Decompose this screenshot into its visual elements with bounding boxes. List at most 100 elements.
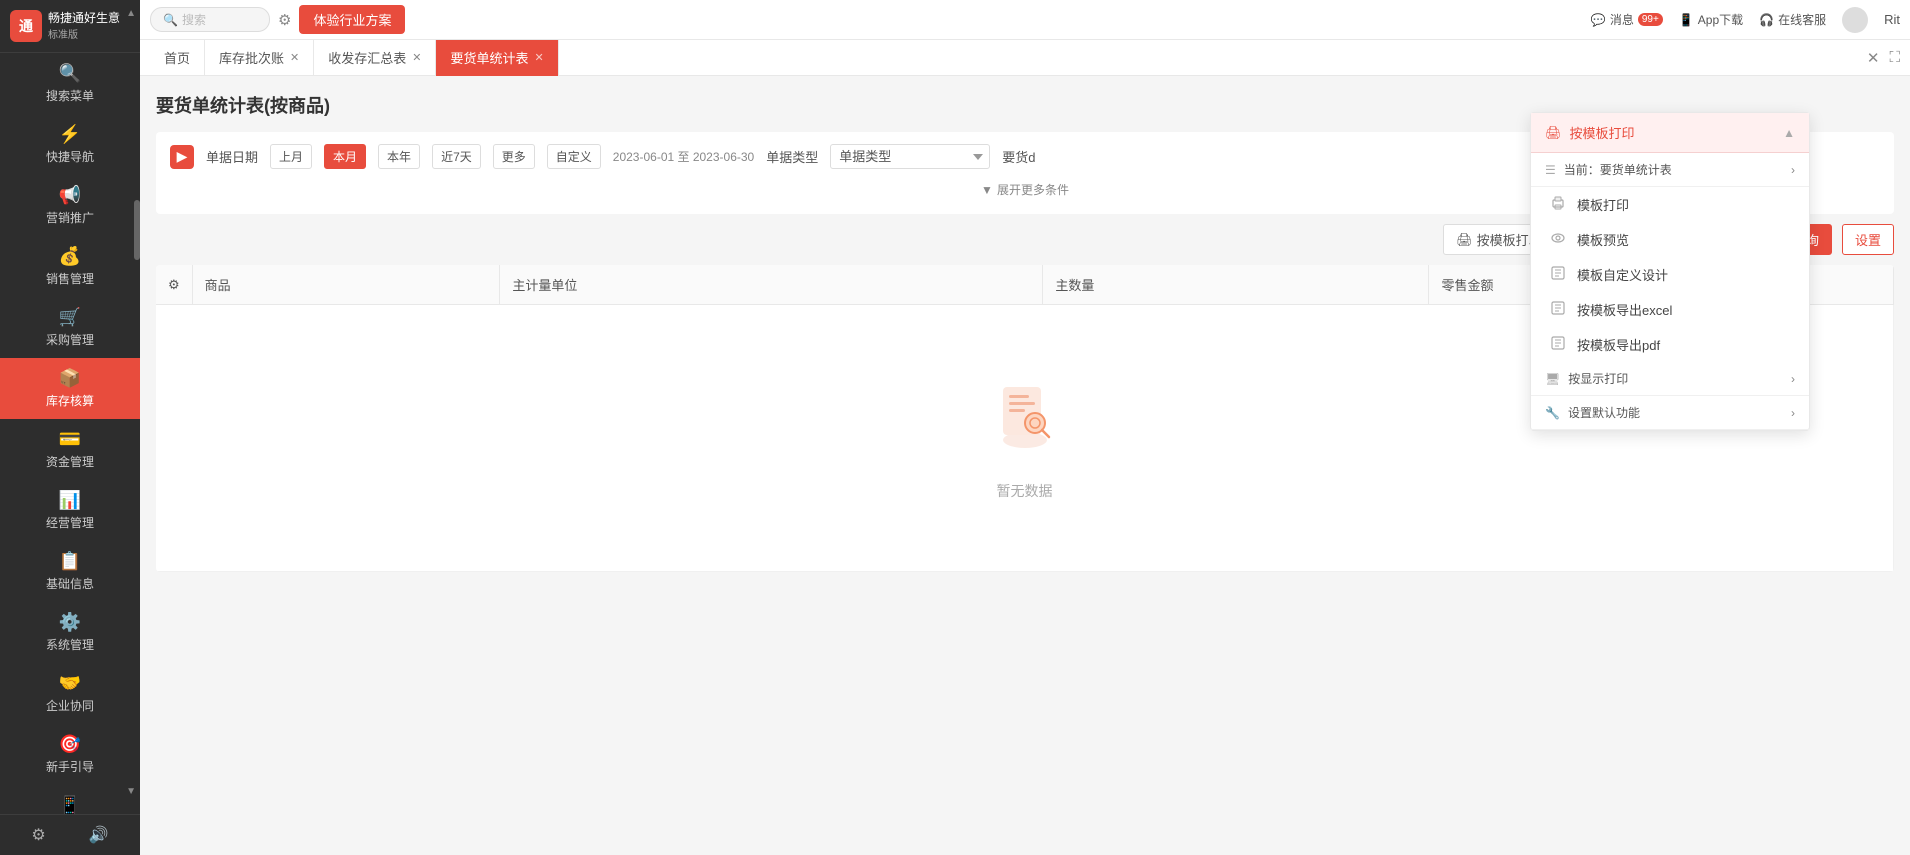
tab-expand-icon[interactable]: ⛶	[1889, 49, 1900, 67]
eye-icon	[1551, 231, 1567, 248]
date-btn-prev-month[interactable]: 上月	[270, 144, 312, 169]
sidebar-item-search[interactable]: 🔍 搜索菜单	[0, 53, 140, 114]
sidebar-item-marketing[interactable]: 📢 营销推广	[0, 175, 140, 236]
apps-icon: 📱	[59, 795, 81, 814]
expand-chevron-icon: ▼	[981, 183, 993, 197]
sidebar-item-purchase[interactable]: 🛒 采购管理	[0, 297, 140, 358]
excel-icon	[1551, 301, 1567, 318]
pdf-icon	[1551, 336, 1567, 353]
tab-close-icon[interactable]: ✕	[535, 51, 544, 64]
expand-more-button[interactable]: ▼ 展开更多条件	[969, 177, 1081, 202]
user-name[interactable]: Rit	[1884, 12, 1900, 27]
tab-close-icon[interactable]: ✕	[290, 51, 299, 64]
type-filter-select[interactable]: 单据类型	[830, 144, 990, 169]
tab-home-label: 首页	[164, 48, 190, 67]
sidebar-item-label: 基础信息	[46, 575, 94, 592]
scroll-down-btn[interactable]: ▼	[122, 782, 140, 801]
table-col-settings[interactable]: ⚙	[156, 265, 192, 305]
dropdown-item-label: 按模板导出pdf	[1577, 335, 1660, 354]
sidebar-item-label: 系统管理	[46, 636, 94, 653]
sidebar-item-label: 快捷导航	[46, 148, 94, 165]
tab-inventory-batch[interactable]: 库存批次账 ✕	[205, 40, 314, 76]
search-icon: 🔍	[59, 63, 81, 84]
sidebar-item-sales[interactable]: 💰 销售管理	[0, 236, 140, 297]
empty-icon	[985, 375, 1065, 469]
settings-icon[interactable]: ⚙	[31, 825, 45, 845]
sidebar-logo: 通 畅捷通好生意 标准版	[0, 0, 140, 53]
printer-icon	[1551, 196, 1567, 213]
sidebar-item-label: 新手引导	[46, 758, 94, 775]
sidebar-scrollbar[interactable]	[134, 200, 140, 260]
app-download-button[interactable]: 📱 App下载	[1679, 11, 1743, 28]
dropdown-collapse-icon[interactable]: ▲	[1783, 126, 1795, 140]
date-btn-more[interactable]: 更多	[493, 144, 535, 169]
dropdown-item-export-pdf[interactable]: 按模板导出pdf	[1531, 327, 1809, 362]
sidebar-item-quick-nav[interactable]: ⚡ 快捷导航	[0, 114, 140, 175]
page-content: 要货单统计表(按商品) ▶ 单据日期 上月 本月 本年 近7天 更多 自定义 2…	[140, 76, 1910, 855]
marketing-icon: 📢	[59, 185, 81, 206]
sidebar-item-collab[interactable]: 🤝 企业协同	[0, 663, 140, 724]
sidebar-item-apps[interactable]: 📱 应用中心	[0, 785, 140, 814]
message-badge: 99+	[1638, 13, 1663, 26]
sidebar-scroll-down-area: ▼	[122, 778, 140, 805]
tab-collection-summary[interactable]: 收发存汇总表 ✕	[314, 40, 436, 76]
search-icon: 🔍	[163, 13, 178, 27]
service-icon: 🎧	[1759, 13, 1774, 27]
tab-order-stats-label: 要货单统计表	[450, 48, 528, 67]
chevron-right-icon: ›	[1791, 406, 1795, 420]
sidebar-item-system[interactable]: ⚙️ 系统管理	[0, 602, 140, 663]
tab-order-stats[interactable]: 要货单统计表 ✕	[436, 40, 558, 76]
date-btn-current-month[interactable]: 本月	[324, 144, 366, 169]
sidebar-item-operations[interactable]: 📊 经营管理	[0, 480, 140, 541]
sidebar-bottom: ⚙ 🔊	[0, 814, 140, 855]
trial-industry-button[interactable]: 体验行业方案	[299, 5, 405, 34]
inventory-icon: 📦	[59, 368, 81, 389]
print-dropdown-icon: 🖨	[1545, 125, 1562, 141]
header-left: 🔍 搜索 ⚙ 体验行业方案	[150, 5, 405, 34]
date-btn-current-year[interactable]: 本年	[378, 144, 420, 169]
dropdown-current-section: ☰ 当前：要货单统计表 ›	[1531, 153, 1809, 187]
dropdown-item-template-design[interactable]: 模板自定义设计	[1531, 257, 1809, 292]
header-right: 💬 消息 99+ 📱 App下载 🎧 在线客服 Rit	[1591, 7, 1900, 33]
message-button[interactable]: 💬 消息 99+	[1591, 11, 1663, 28]
user-avatar[interactable]	[1842, 7, 1868, 33]
design-icon	[1551, 266, 1567, 283]
tab-home[interactable]: 首页	[150, 40, 205, 76]
dropdown-item-template-print[interactable]: 模板打印	[1531, 187, 1809, 222]
filter-expand-button[interactable]: ▶	[170, 145, 194, 169]
volume-icon[interactable]: 🔊	[89, 825, 109, 845]
sidebar-item-inventory[interactable]: 📦 库存核算	[0, 358, 140, 419]
tab-close-all-icon[interactable]: ✕	[1867, 49, 1880, 67]
app-download-label: App下载	[1698, 11, 1743, 28]
sidebar-item-label: 销售管理	[46, 270, 94, 287]
header-gear-icon[interactable]: ⚙	[278, 11, 291, 29]
online-service-button[interactable]: 🎧 在线客服	[1759, 11, 1826, 28]
tab-bar: 首页 库存批次账 ✕ 收发存汇总表 ✕ 要货单统计表 ✕ ✕ ⛶	[140, 40, 1910, 76]
sidebar-item-label: 经营管理	[46, 514, 94, 531]
dropdown-item-label: 模板自定义设计	[1577, 265, 1668, 284]
collab-icon: 🤝	[59, 673, 81, 694]
message-icon: 💬	[1591, 13, 1606, 27]
date-btn-7days[interactable]: 近7天	[432, 144, 481, 169]
app-logo-icon: 通	[10, 10, 42, 42]
dropdown-header[interactable]: 🖨 按模板打印 ▲	[1531, 113, 1809, 153]
dropdown-current-header[interactable]: ☰ 当前：要货单统计表 ›	[1531, 153, 1809, 186]
sidebar-item-label: 搜索菜单	[46, 87, 94, 104]
sidebar-item-label: 资金管理	[46, 453, 94, 470]
header-search-bar[interactable]: 🔍 搜索	[150, 7, 270, 32]
date-btn-custom[interactable]: 自定义	[547, 144, 601, 169]
date-filter-label: 单据日期	[206, 147, 258, 166]
sidebar-item-basic[interactable]: 📋 基础信息	[0, 541, 140, 602]
dropdown-item-template-preview[interactable]: 模板预览	[1531, 222, 1809, 257]
dropdown-item-export-excel[interactable]: 按模板导出excel	[1531, 292, 1809, 327]
date-range-display: 2023-06-01 至 2023-06-30	[613, 148, 754, 165]
settings-button[interactable]: 设置	[1842, 224, 1894, 255]
search-placeholder: 搜索	[182, 11, 206, 28]
guide-icon: 🎯	[59, 734, 81, 755]
dropdown-default-func-header[interactable]: 🔧 设置默认功能 ›	[1531, 396, 1809, 429]
scroll-up-btn[interactable]: ▲	[122, 4, 140, 23]
sidebar-item-guide[interactable]: 🎯 新手引导	[0, 724, 140, 785]
sidebar-item-finance[interactable]: 💳 资金管理	[0, 419, 140, 480]
dropdown-display-print-header[interactable]: 🖥 按显示打印 ›	[1531, 362, 1809, 395]
tab-close-icon[interactable]: ✕	[412, 51, 421, 64]
